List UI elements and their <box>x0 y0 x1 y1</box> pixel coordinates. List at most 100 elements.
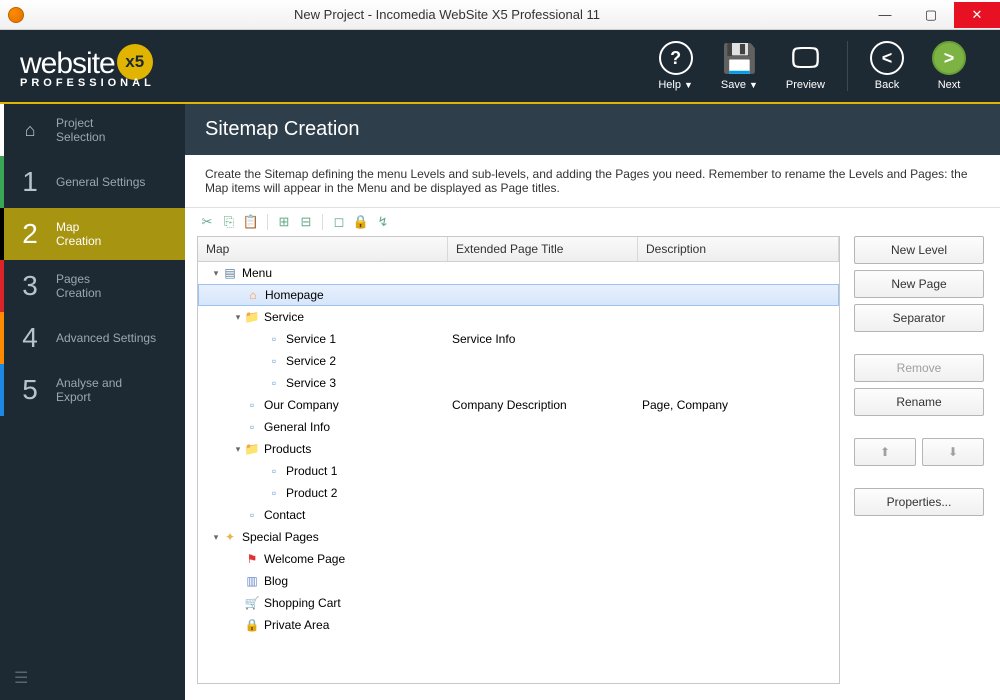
rename-button[interactable]: Rename <box>854 388 984 416</box>
help-button[interactable]: ? Help▼ <box>658 41 693 91</box>
remove-button[interactable]: Remove <box>854 354 984 382</box>
column-extended-title[interactable]: Extended Page Title <box>448 237 638 261</box>
tree-row[interactable]: ⚑Welcome Page <box>198 548 839 570</box>
tree-node-label: Contact <box>264 508 305 522</box>
tree-row[interactable]: ▾📁Service <box>198 306 839 328</box>
tree-cell-map: ▫Service 2 <box>198 353 448 369</box>
tree-body[interactable]: ▾▤Menu ⌂Homepage▾📁Service ▫ Service 1 Servic… <box>198 262 839 683</box>
close-button[interactable]: ✕ <box>954 2 1000 28</box>
home-icon: ⌂ <box>245 287 261 303</box>
expander-icon[interactable]: ▾ <box>210 268 222 279</box>
tree-node-label: Shopping Cart <box>264 596 341 610</box>
column-map[interactable]: Map <box>198 237 448 261</box>
step-3[interactable]: 3Pages Creation <box>0 260 185 312</box>
tree-row[interactable]: 🛒 Shopping Cart <box>198 592 839 614</box>
step-number: 4 <box>14 322 46 354</box>
page-icon: ▫ <box>266 463 282 479</box>
tree-cell-map: ⚑Welcome Page <box>198 551 448 567</box>
tree-node-label: Product 2 <box>286 486 337 500</box>
step-number: ⌂ <box>14 120 46 141</box>
collapse-icon[interactable]: ⊟ <box>296 212 316 232</box>
help-label: Help <box>658 79 681 91</box>
tree-node-label: Service 1 <box>286 332 336 346</box>
tree-cell-ext: Company Description <box>448 398 638 412</box>
back-button[interactable]: < Back <box>870 41 904 91</box>
tree-row[interactable]: ▥Blog <box>198 570 839 592</box>
move-up-button[interactable]: ⬆ <box>854 438 916 466</box>
next-button[interactable]: > Next <box>932 41 966 91</box>
step-label: Pages Creation <box>56 272 101 300</box>
tree-node-label: Special Pages <box>242 530 319 544</box>
expander-icon[interactable]: ▾ <box>210 532 222 543</box>
tree-row[interactable]: ▫ Contact <box>198 504 839 526</box>
chevron-down-icon: ▼ <box>749 80 758 90</box>
save-icon: 💾 <box>722 41 756 75</box>
main-panel: Sitemap Creation Create the Sitemap defi… <box>185 104 1000 700</box>
move-down-button[interactable]: ⬇ <box>922 438 984 466</box>
tree-node-label: Products <box>264 442 311 456</box>
logo-badge: x5 <box>117 44 153 80</box>
step-5[interactable]: 5Analyse and Export <box>0 364 185 416</box>
book-icon: ▥ <box>244 573 260 589</box>
link-icon[interactable]: ↯ <box>373 212 393 232</box>
tree-cell-map: ▾✦Special Pages <box>198 529 448 545</box>
expander-icon[interactable]: ▾ <box>232 312 244 323</box>
tree-row[interactable]: ▫ Product 2 <box>198 482 839 504</box>
tree-cell-map: ▫ Product 2 <box>198 485 448 501</box>
cut-icon[interactable]: ✂ <box>197 212 217 232</box>
page-icon: ▫ <box>244 397 260 413</box>
page-icon: ▫ <box>244 419 260 435</box>
expander-icon[interactable]: ▾ <box>232 444 244 455</box>
folder-icon: 📁 <box>244 309 260 325</box>
tree-row[interactable]: ▫Service 2 <box>198 350 839 372</box>
new-level-button[interactable]: New Level <box>854 236 984 264</box>
chevron-down-icon: ▼ <box>684 80 693 90</box>
tree-row[interactable]: ⌂Homepage <box>198 284 839 306</box>
tree-cell-map: ▾▤Menu <box>198 265 448 281</box>
tree-toolbar: ✂ ⎘ 📋 ⊞ ⊟ ◻ 🔒 ↯ <box>185 208 1000 236</box>
step-2[interactable]: 2 Map Creation <box>0 208 185 260</box>
step-number: 2 <box>14 218 46 250</box>
tree-row[interactable]: 🔒Private Area <box>198 614 839 636</box>
cart-icon: 🛒 <box>244 595 260 611</box>
step-0[interactable]: ⌂Project Selection <box>0 104 185 156</box>
tree-cell-map: ▫Product 1 <box>198 463 448 479</box>
lock-icon: 🔒 <box>244 617 260 633</box>
help-icon: ? <box>659 41 693 75</box>
separator-button[interactable]: Separator <box>854 304 984 332</box>
page-icon: ▫ <box>244 507 260 523</box>
save-button[interactable]: 💾 Save▼ <box>721 41 758 91</box>
header-separator <box>847 41 848 91</box>
tree-row[interactable]: ▫Service 1Service Info <box>198 328 839 350</box>
sidebar-collapse-icon[interactable]: ☰ <box>14 668 28 688</box>
page-icon: ▫ <box>266 485 282 501</box>
tree-row[interactable]: ▫Product 1 <box>198 460 839 482</box>
tree-cell-map: ▫Our Company <box>198 397 448 413</box>
preview-button[interactable]: 🖵 Preview <box>786 41 825 91</box>
tree-cell-map: ▥Blog <box>198 573 448 589</box>
paste-icon[interactable]: 📋 <box>241 212 261 232</box>
step-number: 5 <box>14 374 46 406</box>
step-label: Map Creation <box>56 220 101 248</box>
expand-icon[interactable]: ⊞ <box>274 212 294 232</box>
minimize-button[interactable]: — <box>862 2 908 28</box>
tree-row[interactable]: ▫Service 3 <box>198 372 839 394</box>
folder-icon: 📁 <box>244 441 260 457</box>
tree-row[interactable]: ▫General Info <box>198 416 839 438</box>
step-1[interactable]: 1General Settings <box>0 156 185 208</box>
tree-row[interactable]: ▾📁 Products <box>198 438 839 460</box>
next-icon: > <box>932 41 966 75</box>
tree-row[interactable]: ▾▤Menu <box>198 262 839 284</box>
lock-icon[interactable]: 🔒 <box>351 212 371 232</box>
step-4[interactable]: 4Advanced Settings <box>0 312 185 364</box>
tree-row[interactable]: ▫Our CompanyCompany DescriptionPage, Com… <box>198 394 839 416</box>
column-description[interactable]: Description <box>638 237 839 261</box>
hide-icon[interactable]: ◻ <box>329 212 349 232</box>
copy-icon[interactable]: ⎘ <box>219 212 239 232</box>
action-buttons: New Level New Page Separator Remove Rena… <box>854 236 984 684</box>
tree-row[interactable]: ▾✦Special Pages <box>198 526 839 548</box>
new-page-button[interactable]: New Page <box>854 270 984 298</box>
properties-button[interactable]: Properties... <box>854 488 984 516</box>
tree-cell-ext: Service Info <box>448 332 638 346</box>
maximize-button[interactable]: ▢ <box>908 2 954 28</box>
